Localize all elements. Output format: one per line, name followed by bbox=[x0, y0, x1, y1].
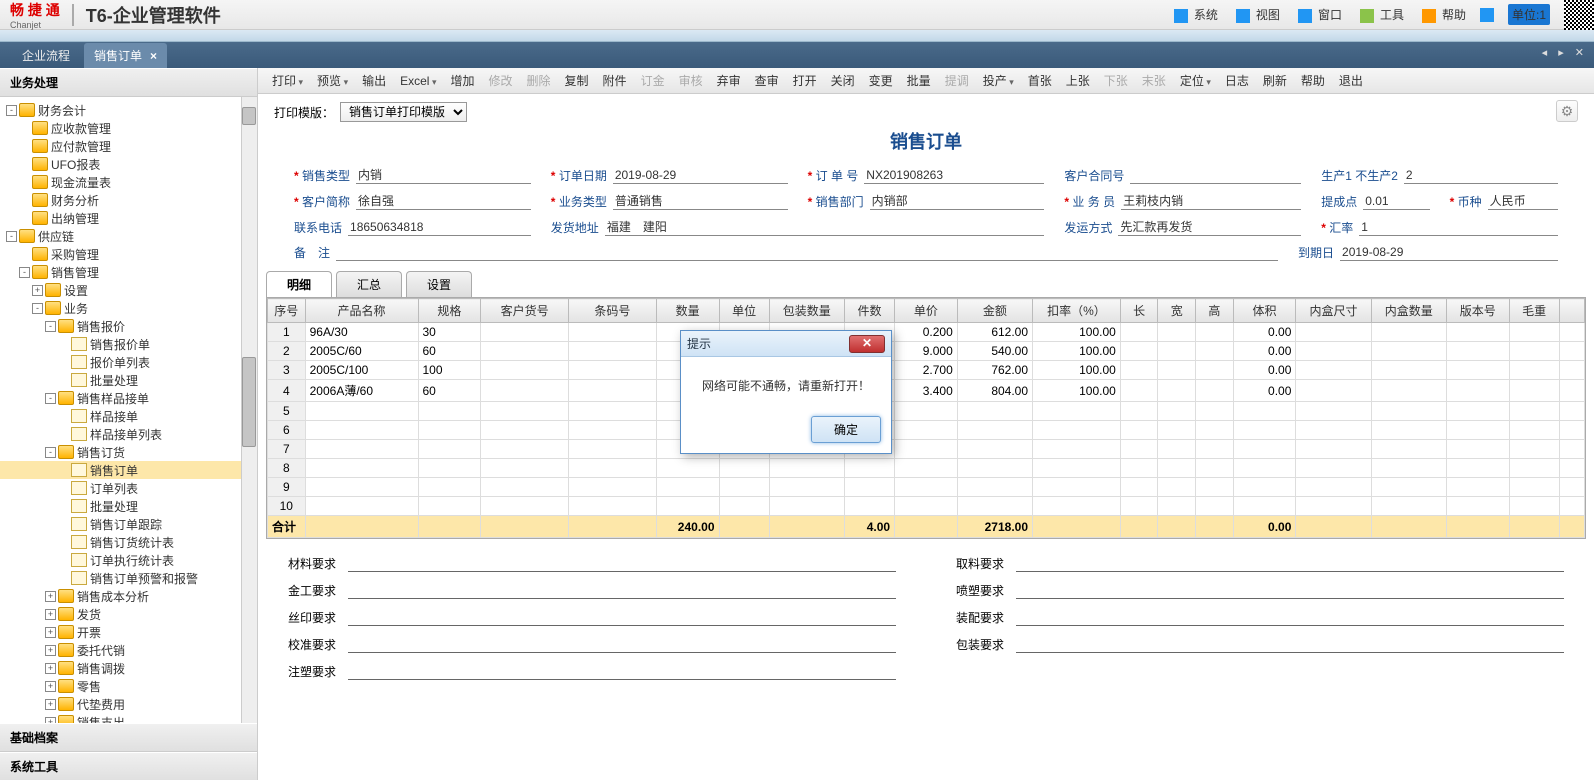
modal-mask: 提示 ✕ 网络可能不通畅，请重新打开！ 确定 bbox=[0, 0, 1594, 780]
dialog-close-icon[interactable]: ✕ bbox=[849, 335, 885, 353]
dialog-titlebar[interactable]: 提示 ✕ bbox=[681, 331, 891, 357]
alert-dialog: 提示 ✕ 网络可能不通畅，请重新打开！ 确定 bbox=[680, 330, 892, 454]
dialog-ok-button[interactable]: 确定 bbox=[811, 416, 881, 443]
dialog-message: 网络可能不通畅，请重新打开！ bbox=[681, 357, 891, 406]
detail-tab-items[interactable]: 明细 bbox=[266, 271, 332, 297]
dialog-title: 提示 bbox=[687, 335, 849, 352]
